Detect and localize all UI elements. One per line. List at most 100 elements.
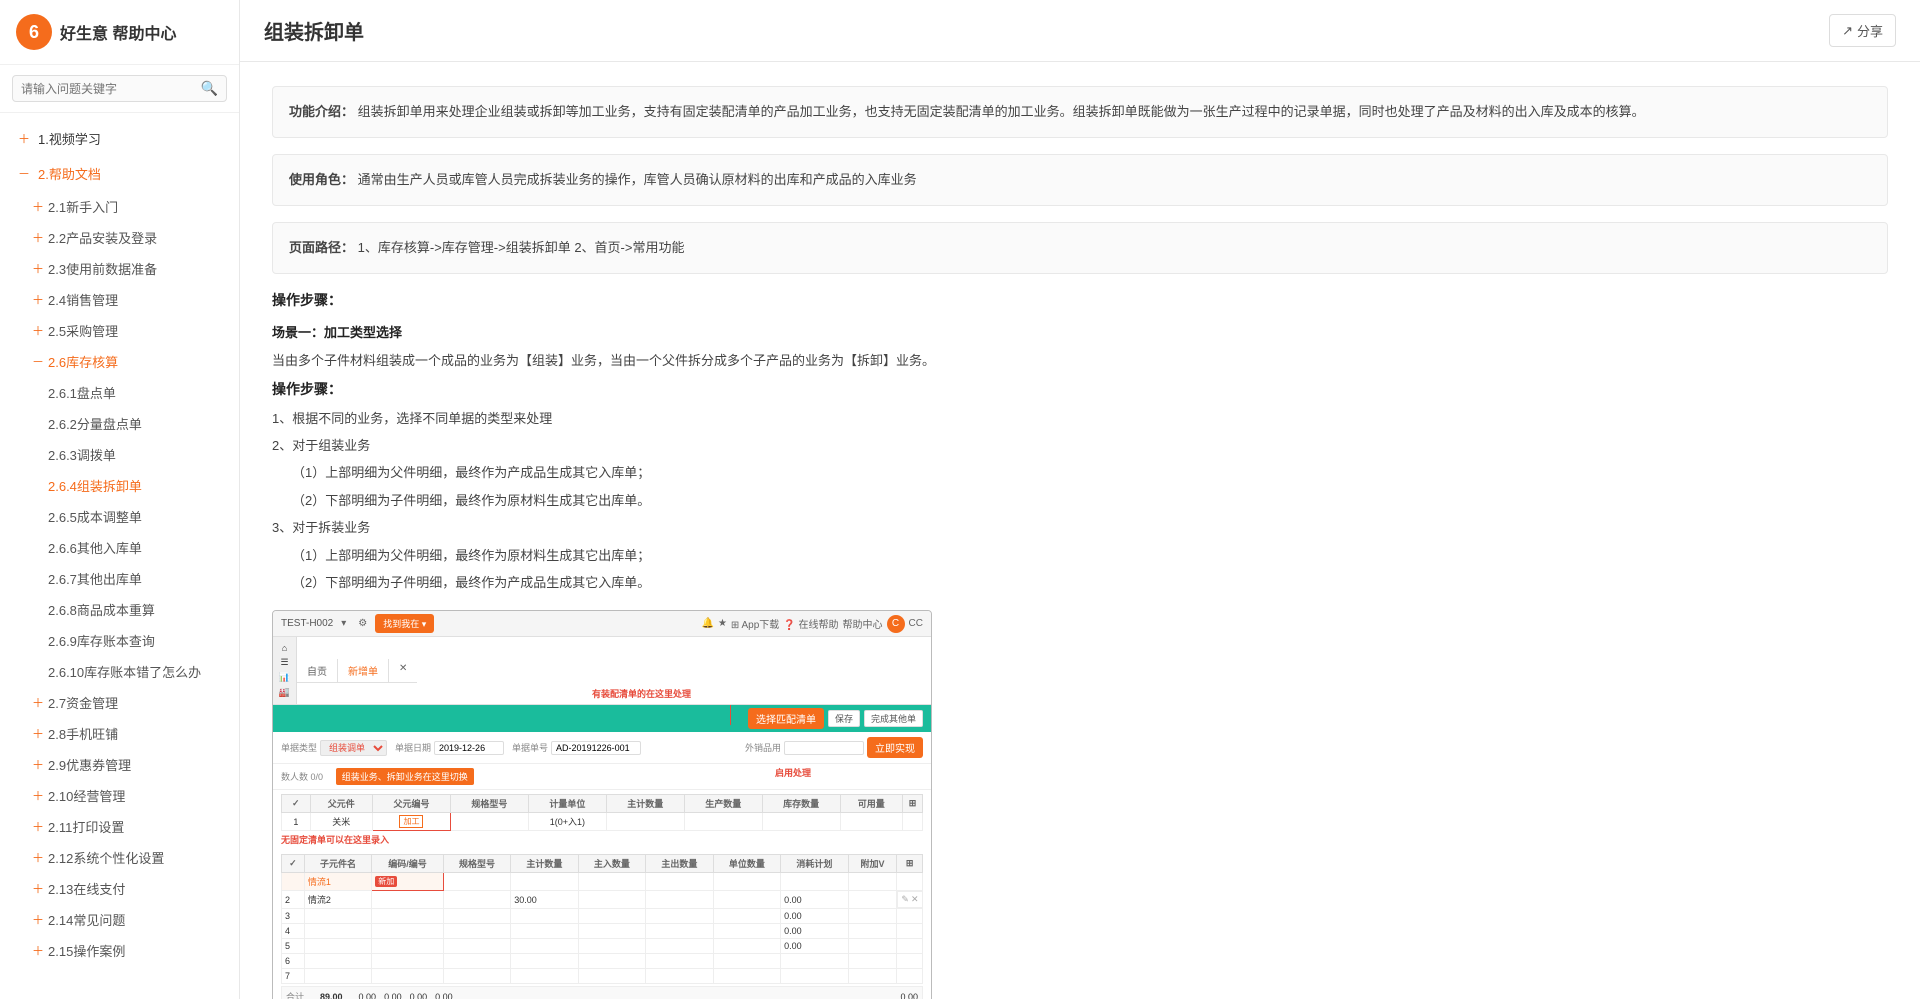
ss-lower-cell-1-3[interactable]: 新加 xyxy=(372,873,443,891)
nav-item-2-8[interactable]: ＋ 2.8手机旺铺 xyxy=(0,718,239,749)
nav-item-2-6-4[interactable]: 2.6.4组装拆卸单 xyxy=(0,470,239,501)
nav-item-2-6-7[interactable]: 2.6.7其他出库单 xyxy=(0,563,239,594)
ss-bell-icon: 🔔 xyxy=(701,618,713,629)
nav-item-2-6-5[interactable]: 2.6.5成本调整单 xyxy=(0,501,239,532)
ss-footer-v7: 0.00 xyxy=(435,992,453,999)
share-button[interactable]: ↗ 分享 xyxy=(1829,14,1896,47)
nav-item-2-6-8[interactable]: 2.6.8商品成本重算 xyxy=(0,594,239,625)
ss-type-field: 单据类型 组装调单 拆卸 xyxy=(281,740,387,756)
ss-lower-r5c4 xyxy=(443,939,510,954)
ss-lower-table-area: ✓ 子元件名 编码/编号 规格型号 主计数量 主入数量 主出数量 单位数量 消耗… xyxy=(273,850,931,999)
minus-icon-2-6: － xyxy=(32,353,44,370)
nav-item-2-11[interactable]: ＋ 2.11打印设置 xyxy=(0,811,239,842)
nav-item-2-14[interactable]: ＋ 2.14常见问题 xyxy=(0,904,239,935)
nav-item-2-3[interactable]: ＋ 2.3使用前数据准备 xyxy=(0,253,239,284)
nav-item-2-6-9[interactable]: 2.6.9库存账本查询 xyxy=(0,625,239,656)
main-content: 组装拆卸单 ↗ 分享 功能介绍： 组装拆卸单用来处理企业组装或拆卸等加工业务，支… xyxy=(240,0,1920,999)
ss-upper-row-1: 1 关米 加工 1(0+入1) xyxy=(282,813,923,831)
ss-lower-col-name: 子元件名 xyxy=(304,855,371,873)
step-1: 1、根据不同的业务，选择不同单据的类型来处理 xyxy=(272,407,1888,430)
ss-apply-btn[interactable]: 立即实现 xyxy=(867,737,923,758)
plus-icon-2-10: ＋ xyxy=(32,787,44,804)
ss-lower-r7c7 xyxy=(646,969,713,984)
nav-item-2-6-10[interactable]: 2.6.10库存账本错了怎么办 xyxy=(0,656,239,687)
ss-edit-icon[interactable]: ✎ xyxy=(901,894,909,905)
ss-save-btn[interactable]: 保存 xyxy=(828,710,860,727)
ss-remark-field: 外销品用 立即实现 xyxy=(745,737,923,758)
ss-lower-r4c5 xyxy=(511,924,578,939)
ss-company: TEST-H002 xyxy=(281,618,333,629)
nav-item-2-6[interactable]: － 2.6库存核算 xyxy=(0,346,239,377)
ss-lower-table-body: 情流1 新加 xyxy=(282,873,923,984)
ss-new-btn[interactable]: 找到我在 ▾ xyxy=(375,614,434,633)
ss-tab-close[interactable]: ✕ xyxy=(389,659,417,682)
path-label: 页面路径： xyxy=(289,240,354,255)
nav-item-2-2[interactable]: ＋ 2.2产品安装及登录 xyxy=(0,222,239,253)
nav-item-2-9[interactable]: ＋ 2.9优惠券管理 xyxy=(0,749,239,780)
ss-lower-r5c6 xyxy=(578,939,645,954)
nav-item-2-6-3[interactable]: 2.6.3调拨单 xyxy=(0,439,239,470)
nav-item-2-10[interactable]: ＋ 2.10经营管理 xyxy=(0,780,239,811)
ss-lower-row-6: 6 xyxy=(282,954,923,969)
ss-upper-table-head: ✓ 父元件 父元编号 规格型号 计量单位 主计数量 生产数量 库存数量 可用量 … xyxy=(282,795,923,813)
ss-lower-r3c7 xyxy=(646,909,713,924)
nav-item-2-7[interactable]: ＋ 2.7资金管理 xyxy=(0,687,239,718)
ss-upper-table-area: ✓ 父元件 父元编号 规格型号 计量单位 主计数量 生产数量 库存数量 可用量 … xyxy=(273,790,931,850)
ss-lower-cell-2-7 xyxy=(646,891,713,909)
search-area: 🔍 xyxy=(0,65,239,113)
ss-lower-cell-2-11: ✎ ✕ xyxy=(897,891,922,908)
nav-item-2-6-2[interactable]: 2.6.2分量盘点单 xyxy=(0,408,239,439)
ss-tab-zg[interactable]: 自贡 xyxy=(297,659,338,682)
role-label: 使用角色： xyxy=(289,172,354,187)
ss-lower-r5c9: 0.00 xyxy=(781,939,848,954)
ss-lower-cell-2-8 xyxy=(713,891,780,909)
ss-type-select[interactable]: 组装调单 拆卸 xyxy=(320,740,387,756)
ss-no-input[interactable] xyxy=(551,741,641,755)
ss-delete-icon[interactable]: ✕ xyxy=(911,894,919,905)
plus-icon-1: ＋ xyxy=(16,131,32,147)
ss-tab-new[interactable]: 新增单 xyxy=(338,659,389,682)
nav-item-2-13[interactable]: ＋ 2.13在线支付 xyxy=(0,873,239,904)
nav-item-2-12[interactable]: ＋ 2.12系统个性化设置 xyxy=(0,842,239,873)
ss-remark-input[interactable] xyxy=(784,741,864,755)
nav-item-2-6-1[interactable]: 2.6.1盘点单 xyxy=(0,377,239,408)
search-input[interactable] xyxy=(21,82,201,96)
path-text: 1、库存核算->库存管理->组装拆卸单 2、首页->常用功能 xyxy=(358,240,685,255)
search-button[interactable]: 🔍 xyxy=(201,80,218,97)
ss-date-input[interactable] xyxy=(434,741,504,755)
nav-item-2-4[interactable]: ＋ 2.4销售管理 xyxy=(0,284,239,315)
nav-item-2-1[interactable]: ＋ 2.1新手入门 xyxy=(0,191,239,222)
ss-sidebar-icons: ⌂ ☰ 📊 🏭 xyxy=(273,637,297,704)
ss-upper-cell-1-1: 1 xyxy=(282,813,311,831)
ss-lower-r4c11 xyxy=(897,924,923,939)
ss-lower-cell-2-4 xyxy=(443,891,510,909)
annotation-no-fixed: 无固定清单可以在这里录入 xyxy=(281,833,923,846)
ss-lower-col-qty2: 主入数量 xyxy=(578,855,645,873)
nav-section-title-1[interactable]: ＋ 1.视频学习 xyxy=(0,121,239,156)
ss-lower-col-code: 编码/编号 xyxy=(372,855,443,873)
ss-lower-r3c5 xyxy=(511,909,578,924)
scene1-desc: 当由多个子件材料组装成一个成品的业务为【组装】业务，当由一个父件拆分成多个子产品… xyxy=(272,349,1888,372)
nav-section-title-2[interactable]: － 2.帮助文档 xyxy=(0,156,239,191)
ss-orange-section-label: 组装业务、拆卸业务在这里切换 xyxy=(336,768,474,785)
ss-lower-r4c3 xyxy=(372,924,443,939)
ss-upper-col-spec: 规格型号 xyxy=(450,795,528,813)
ss-lower-r3c6 xyxy=(578,909,645,924)
scene1-steps-title: 操作步骤： xyxy=(272,379,1888,399)
nav-item-2-6-6[interactable]: 2.6.6其他入库单 xyxy=(0,532,239,563)
ss-complete-btn[interactable]: 完成其他单 xyxy=(864,710,923,727)
ss-topbar-icons: 🔔 ★ ⊞ App下载 ❓ 在线帮助 帮助中心 C CC xyxy=(701,615,923,633)
nav-item-2-15[interactable]: ＋ 2.15操作案例 xyxy=(0,935,239,966)
ss-match-btn[interactable]: 选择匹配清单 xyxy=(748,708,824,729)
ss-lower-r3c3 xyxy=(372,909,443,924)
ss-upper-cell-1-3[interactable]: 加工 xyxy=(372,813,450,831)
intro-label: 功能介绍： xyxy=(289,104,354,119)
role-text: 通常由生产人员或库管人员完成拆装业务的操作，库管人员确认原材料的出库和产成品的入… xyxy=(358,172,917,187)
ss-lower-r7c10 xyxy=(848,969,897,984)
ss-lower-r6c3 xyxy=(372,954,443,969)
ss-lower-row-4: 4 0.00 xyxy=(282,924,923,939)
ss-greenbar-right: 选择匹配清单 保存 完成其他单 xyxy=(748,708,923,729)
ss-no-label: 单据单号 xyxy=(512,741,548,754)
search-box[interactable]: 🔍 xyxy=(12,75,227,102)
nav-item-2-5[interactable]: ＋ 2.5采购管理 xyxy=(0,315,239,346)
